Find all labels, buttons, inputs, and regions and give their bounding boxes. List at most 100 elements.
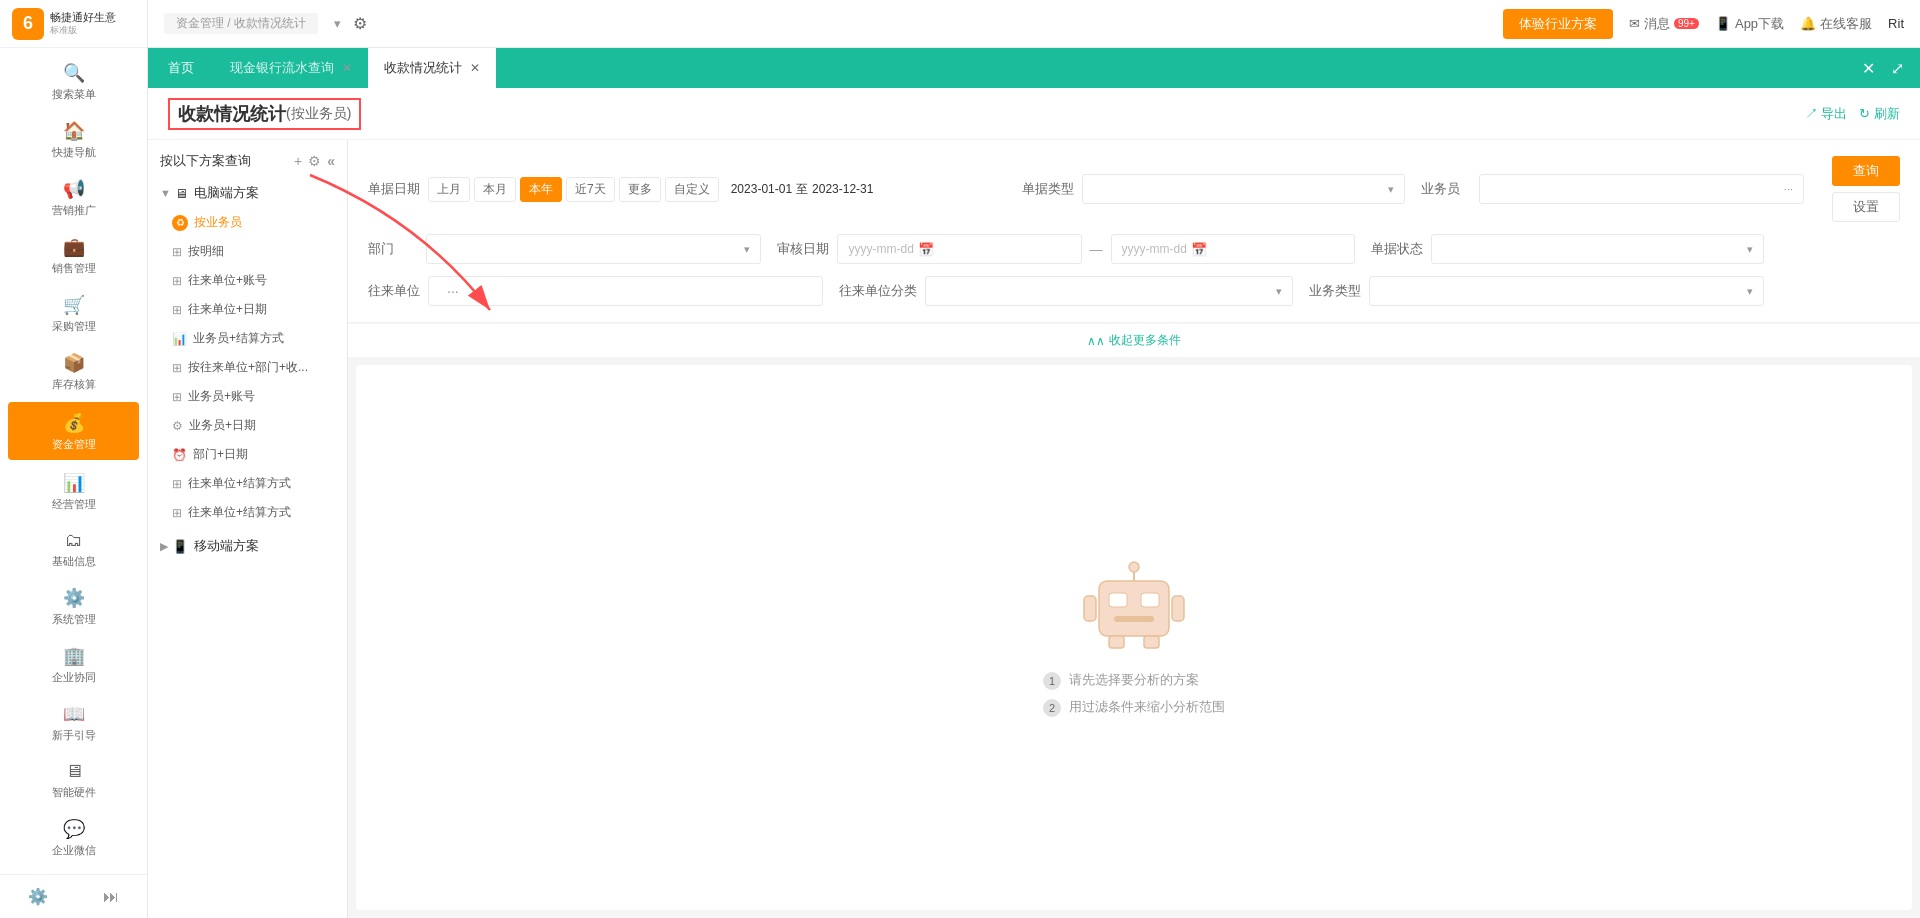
scheme-item-salesman-account[interactable]: ⊞ 业务员+账号 — [148, 382, 347, 411]
scheme-item-unit-account[interactable]: ⊞ 往来单位+账号 — [148, 266, 347, 295]
header-settings-icon[interactable]: ⚙ — [353, 14, 367, 33]
tab-home[interactable]: 首页 — [148, 48, 214, 88]
collapse-icon: ∧∧ — [1087, 334, 1105, 348]
tab-close-all-icon[interactable]: ✕ — [1858, 55, 1879, 82]
scheme-item-by-salesman[interactable]: ♻ 按业务员 — [148, 208, 347, 237]
counterpart-category-select[interactable]: ▾ — [925, 276, 1294, 306]
sidebar-item-sales[interactable]: 💼 销售管理 — [0, 226, 147, 284]
tab-bank-close[interactable]: ✕ — [342, 61, 352, 75]
scheme-item-salesman-date[interactable]: ⚙ 业务员+日期 — [148, 411, 347, 440]
sidebar-item-marketing[interactable]: 📢 营销推广 — [0, 168, 147, 226]
scheme-group-desktop-title[interactable]: ▼ 🖥 电脑端方案 — [148, 178, 347, 208]
voucher-status-label: 单据状态 — [1371, 240, 1423, 258]
scheme-add-button[interactable]: + — [294, 153, 302, 169]
date-btn-custom[interactable]: 自定义 — [665, 177, 719, 202]
collapse-bar[interactable]: ∧∧ 收起更多条件 — [348, 323, 1920, 357]
sidebar-item-enterprise[interactable]: 🏢 企业协同 — [0, 635, 147, 693]
scheme-item-label: 业务员+结算方式 — [193, 330, 284, 347]
review-to-cal-icon[interactable]: 📅 — [1191, 242, 1207, 257]
voucher-type-chevron: ▾ — [1388, 183, 1394, 196]
scheme-item-salesman-settle[interactable]: 📊 业务员+结算方式 — [148, 324, 347, 353]
voucher-status-select[interactable]: ▾ — [1431, 234, 1764, 264]
trial-button[interactable]: 体验行业方案 — [1503, 9, 1613, 39]
date-options-group: 上月 本月 本年 近7天 更多 自定义 — [428, 177, 719, 202]
online-service-area[interactable]: 🔔 在线客服 — [1800, 15, 1872, 33]
sidebar-item-inventory[interactable]: 📦 库存核算 — [0, 342, 147, 400]
sidebar-item-basic[interactable]: 🗂 基础信息 — [0, 520, 147, 577]
scheme-item-label: 往来单位+账号 — [188, 272, 267, 289]
sidebar-item-label: 新手引导 — [52, 728, 96, 743]
user-name[interactable]: Rit — [1888, 16, 1904, 31]
salesman-select[interactable]: ··· — [1479, 174, 1804, 204]
scheme-item-label: 业务员+日期 — [189, 417, 256, 434]
scheme-item-unit-settle1[interactable]: ⊞ 往来单位+结算方式 — [148, 469, 347, 498]
sidebar-item-shortcut[interactable]: 🏠 快捷导航 — [0, 110, 147, 168]
date-btn-last-month[interactable]: 上月 — [428, 177, 470, 202]
tab-expand-icon[interactable]: ⤢ — [1887, 55, 1908, 82]
messages-area[interactable]: ✉ 消息 99+ — [1629, 15, 1699, 33]
sidebar-item-member[interactable]: 👑 畅会员 — [0, 866, 147, 874]
scheme-item-unit-settle2[interactable]: ⊞ 往来单位+结算方式 — [148, 498, 347, 527]
sales-icon: 💼 — [63, 236, 85, 258]
logo-badge: 标准版 — [50, 24, 116, 37]
sidebar-item-label: 基础信息 — [52, 554, 96, 569]
review-date-to-input[interactable]: yyyy-mm-dd 📅 — [1111, 234, 1355, 264]
date-btn-this-year[interactable]: 本年 — [520, 177, 562, 202]
funds-icon: 💰 — [63, 412, 85, 434]
sidebar-item-label: 企业微信 — [52, 843, 96, 858]
sidebar-item-funds[interactable]: 💰 资金管理 — [8, 402, 139, 460]
review-from-cal-icon[interactable]: 📅 — [918, 242, 934, 257]
export-button[interactable]: ↗ 导出 — [1805, 105, 1848, 123]
sidebar-item-guide[interactable]: 📖 新手引导 — [0, 693, 147, 751]
scheme-item-unit-date[interactable]: ⊞ 往来单位+日期 — [148, 295, 347, 324]
scheme-settings-icon[interactable]: ⚙ — [308, 153, 321, 169]
scheme-item-by-detail[interactable]: ⊞ 按明细 — [148, 237, 347, 266]
sidebar-item-hardware[interactable]: 🖥 智能硬件 — [0, 751, 147, 808]
main-content: 资金管理 / 收款情况统计 ▾ ⚙ 体验行业方案 ✉ 消息 99+ 📱 App下… — [148, 0, 1920, 918]
header-left: 资金管理 / 收款情况统计 ▾ ⚙ — [164, 13, 367, 34]
dept-select[interactable]: ▾ — [426, 234, 761, 264]
app-download-area[interactable]: 📱 App下载 — [1715, 15, 1784, 33]
date-btn-this-month[interactable]: 本月 — [474, 177, 516, 202]
sidebar-item-purchase[interactable]: 🛒 采购管理 — [0, 284, 147, 342]
counterpart-filter: 往来单位 ··· — [368, 276, 823, 306]
scheme-panel: 按以下方案查询 + ⚙ « ▼ 🖥 电脑端方案 — [148, 140, 348, 918]
review-date-from-input[interactable]: yyyy-mm-dd 📅 — [837, 234, 1081, 264]
breadcrumb-dropdown[interactable]: ▾ — [334, 16, 341, 31]
settings-bottom-icon[interactable]: ⚙️ — [24, 883, 52, 910]
scheme-group-mobile: ▶ 📱 移动端方案 — [148, 531, 347, 561]
sidebar-item-label: 搜索菜单 — [52, 87, 96, 102]
messages-badge: 99+ — [1674, 18, 1699, 29]
sidebar-item-system[interactable]: ⚙️ 系统管理 — [0, 577, 147, 635]
svg-rect-8 — [1109, 636, 1124, 648]
voucher-type-select[interactable]: ▾ — [1082, 174, 1405, 204]
guide-icon: 📖 — [63, 703, 85, 725]
scheme-item-dept-date[interactable]: ⏰ 部门+日期 — [148, 440, 347, 469]
operation-icon: 📊 — [63, 472, 85, 494]
sidebar-item-operation[interactable]: 📊 经营管理 — [0, 462, 147, 520]
tab-bank[interactable]: 现金银行流水查询 ✕ — [214, 48, 368, 88]
sidebar-item-wechat[interactable]: 💬 企业微信 — [0, 808, 147, 866]
counterpart-input[interactable]: ··· — [428, 276, 823, 306]
date-btn-more[interactable]: 更多 — [619, 177, 661, 202]
refresh-label: 刷新 — [1874, 106, 1900, 121]
service-icon: 🔔 — [1800, 16, 1816, 31]
counterpart-dots[interactable]: ··· — [447, 283, 459, 299]
scheme-group-mobile-title[interactable]: ▶ 📱 移动端方案 — [148, 531, 347, 561]
sidebar-item-label: 快捷导航 — [52, 145, 96, 160]
refresh-button[interactable]: ↻ 刷新 — [1859, 105, 1900, 123]
header-actions: 体验行业方案 ✉ 消息 99+ 📱 App下载 🔔 在线客服 — [1503, 9, 1904, 39]
sidebar-item-search[interactable]: 🔍 搜索菜单 — [0, 52, 147, 110]
scheme-collapse-icon[interactable]: « — [327, 153, 335, 169]
tab-collection-close[interactable]: ✕ — [470, 61, 480, 75]
salesman-filter: 业务员 ··· — [1421, 174, 1804, 204]
svg-rect-2 — [1141, 593, 1159, 607]
tab-collection[interactable]: 收款情况统计 ✕ — [368, 48, 496, 88]
scheme-item-unit-dept[interactable]: ⊞ 按往来单位+部门+收... — [148, 353, 347, 382]
query-button[interactable]: 查询 — [1832, 156, 1900, 186]
filter-row-1: 单据日期 上月 本月 本年 近7天 更多 自定义 2023-01-01 — [368, 156, 1900, 222]
collapse-bottom-icon[interactable]: ⏭ — [99, 884, 123, 910]
date-btn-7days[interactable]: 近7天 — [566, 177, 615, 202]
business-type-select[interactable]: ▾ — [1369, 276, 1764, 306]
settings-filter-button[interactable]: 设置 — [1832, 192, 1900, 222]
